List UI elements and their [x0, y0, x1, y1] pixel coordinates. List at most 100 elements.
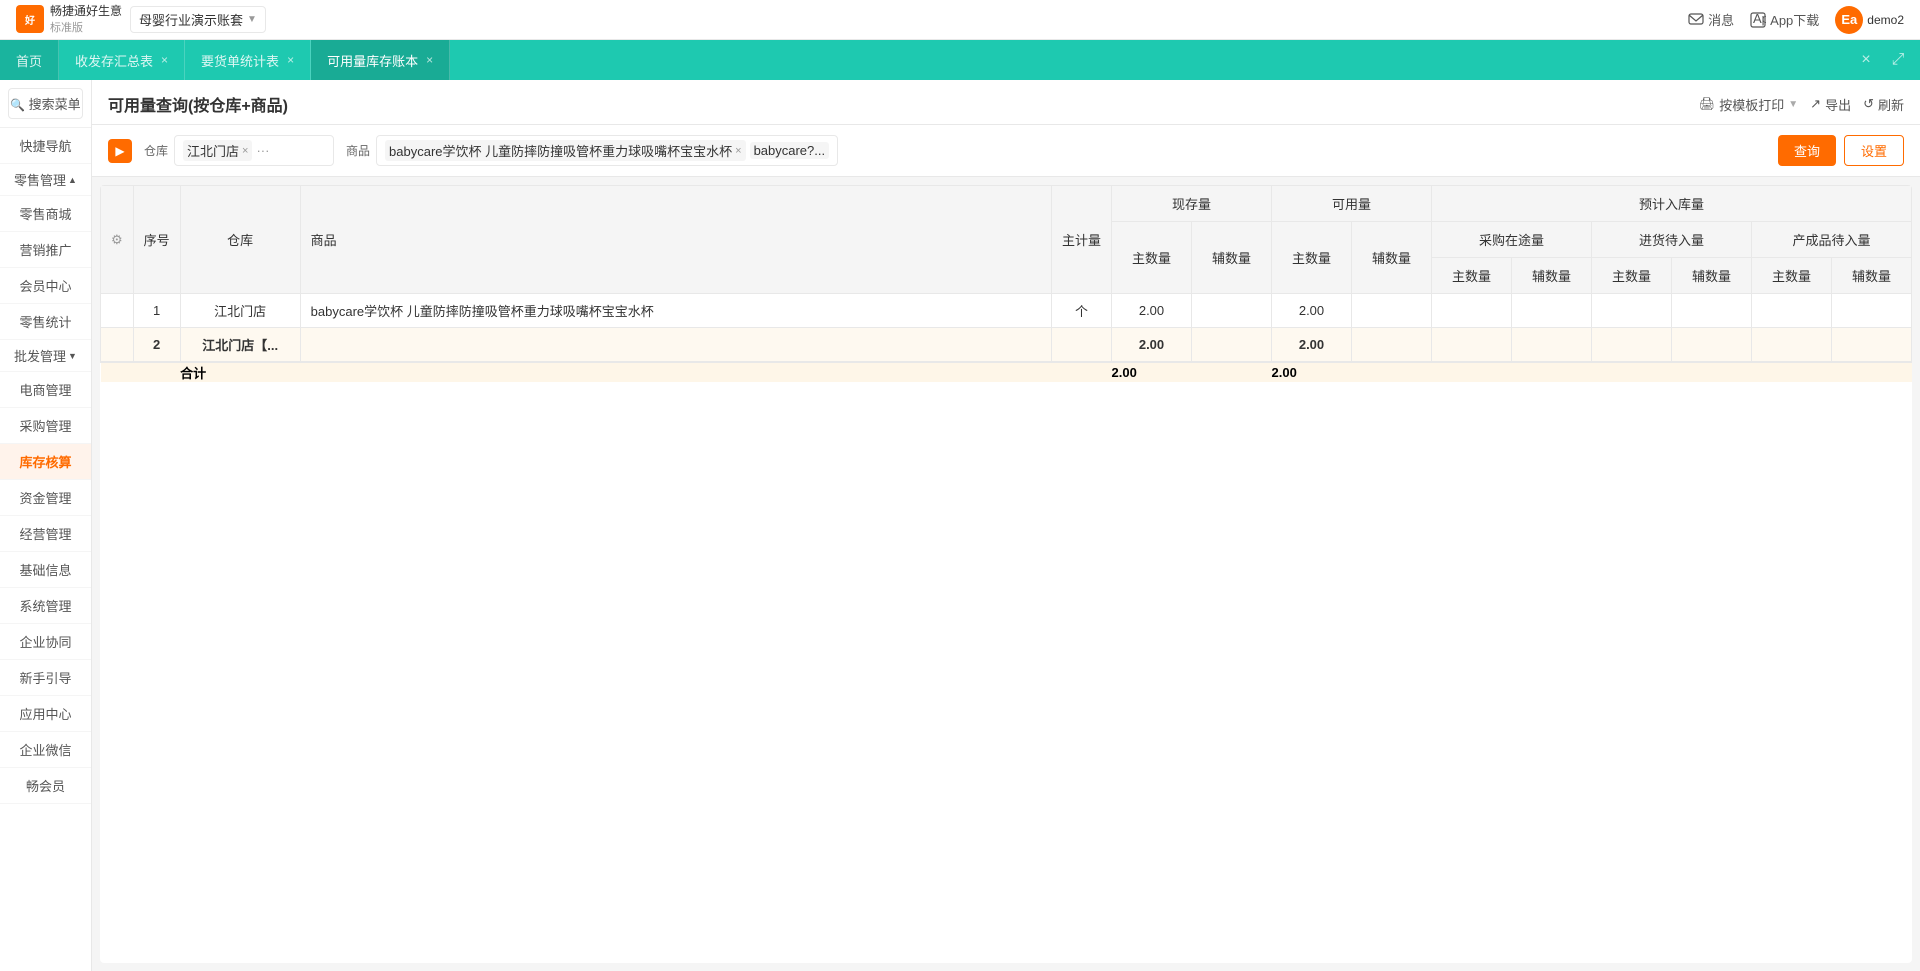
message-icon	[1688, 12, 1704, 28]
product-tag1-close[interactable]: ×	[735, 145, 741, 157]
warehouse-tag-close[interactable]: ×	[242, 145, 248, 157]
tab-order-stat[interactable]: 要货单统计表 ×	[185, 40, 311, 80]
print-chevron: ▼	[1788, 99, 1798, 110]
filter-bar: ▶ 仓库 江北门店 × ··· 商品 babycare学饮杯 儿童防摔防撞吸管杯…	[92, 125, 1920, 177]
th-production-pending-aux: 辅数量	[1832, 258, 1912, 294]
content-area: 可用量查询(按仓库+商品) 🖨 按模板打印 ▼ ↗ 导出 ↺ 刷新 ▶	[92, 80, 1920, 971]
warehouse-filter-dots[interactable]: ···	[256, 143, 269, 158]
print-icon: 🖨	[1699, 96, 1716, 112]
footer-no	[133, 362, 180, 382]
sidebar-item-retail-shop[interactable]: 零售商城	[0, 196, 91, 232]
sidebar-item-purchase-label: 采购管理	[19, 419, 71, 434]
tab-available-stock-label: 可用量库存账本	[327, 51, 418, 70]
sidebar-item-basic-label: 基础信息	[19, 563, 71, 578]
sidebar-item-operation-label: 经营管理	[19, 527, 71, 542]
query-btn[interactable]: 查询	[1778, 135, 1836, 166]
footer-purchase-pending-main	[1592, 362, 1672, 382]
tab-available-stock-close[interactable]: ×	[426, 53, 433, 67]
sidebar-item-basic[interactable]: 基础信息	[0, 552, 91, 588]
cell-product-2	[300, 328, 1051, 363]
message-btn[interactable]: 消息	[1688, 10, 1734, 29]
cell-current-aux-2	[1192, 328, 1272, 363]
th-current-aux: 辅数量	[1192, 222, 1272, 294]
industry-selector[interactable]: 母婴行业演示账套 ▼	[130, 6, 266, 33]
setting-btn[interactable]: 设置	[1844, 135, 1904, 166]
sidebar-item-app-center[interactable]: 应用中心	[0, 696, 91, 732]
cell-production-pending-main-2	[1752, 328, 1832, 363]
sidebar-item-ecommerce[interactable]: 电商管理	[0, 372, 91, 408]
footer-unit	[1051, 362, 1111, 382]
nav-tabs: 首页 收发存汇总表 × 要货单统计表 × 可用量库存账本 × × ⤢	[0, 40, 1920, 80]
logo-sub: 标准版	[50, 19, 122, 35]
app-download-btn[interactable]: App App下载	[1750, 10, 1819, 29]
th-purchase-transit-main: 主数量	[1432, 258, 1512, 294]
sidebar-item-guide[interactable]: 新手引导	[0, 660, 91, 696]
product-filter-tag2: babycare?...	[750, 142, 830, 159]
tab-close-all-btn[interactable]: ×	[1852, 46, 1880, 74]
print-btn[interactable]: 🖨 按模板打印 ▼	[1699, 95, 1798, 114]
sidebar-item-retail-stat[interactable]: 零售统计	[0, 304, 91, 340]
cell-available-aux	[1352, 294, 1432, 328]
product-filter-input[interactable]: babycare学饮杯 儿童防摔防撞吸管杯重力球吸嘴杯宝宝水杯 × babyca…	[376, 135, 838, 166]
cell-unit: 个	[1051, 294, 1111, 328]
gear-icon[interactable]: ⚙	[111, 232, 123, 247]
product-tag1-value: babycare学饮杯 儿童防摔防撞吸管杯重力球吸嘴杯宝宝水杯	[389, 141, 732, 160]
cell-available-main-2: 2.00	[1272, 328, 1352, 363]
top-bar-right: 消息 App App下载 Ea demo2	[1688, 6, 1904, 34]
sidebar-item-enterprise-wx[interactable]: 企业微信	[0, 732, 91, 768]
top-bar-left: 好 畅捷通好生意 标准版 母婴行业演示账套 ▼	[16, 4, 266, 34]
filter-expand-btn[interactable]: ▶	[108, 139, 132, 163]
sidebar-item-enterprise-wx-label: 企业微信	[19, 743, 71, 758]
logo-text-group: 畅捷通好生意 标准版	[50, 4, 122, 34]
sidebar-item-member[interactable]: 会员中心	[0, 268, 91, 304]
footer-purchase-transit-aux	[1512, 362, 1592, 382]
export-btn[interactable]: ↗ 导出	[1810, 95, 1851, 114]
warehouse-filter-input[interactable]: 江北门店 × ···	[174, 135, 334, 166]
tab-expand-btn[interactable]: ⤢	[1884, 46, 1912, 74]
sidebar-item-marketing[interactable]: 营销推广	[0, 232, 91, 268]
user-area[interactable]: Ea demo2	[1835, 6, 1904, 34]
sidebar-item-purchase[interactable]: 采购管理	[0, 408, 91, 444]
footer-production-pending-main	[1752, 362, 1832, 382]
tab-receive-send[interactable]: 收发存汇总表 ×	[59, 40, 185, 80]
avatar-initials: Ea	[1841, 12, 1857, 27]
tab-order-stat-close[interactable]: ×	[287, 53, 294, 67]
th-no: 序号	[133, 186, 180, 294]
th-purchase-transit: 采购在途量	[1432, 222, 1592, 258]
th-current-stock: 现存量	[1112, 186, 1272, 222]
sidebar-search-area: 🔍 搜索菜单	[0, 80, 91, 128]
sidebar-item-system[interactable]: 系统管理	[0, 588, 91, 624]
sidebar-item-retail-stat-label: 零售统计	[19, 315, 71, 330]
warehouse-tag-value: 江北门店	[187, 141, 239, 160]
sidebar-item-enterprise-label: 企业协同	[19, 635, 71, 650]
cell-no: 1	[133, 294, 180, 328]
sidebar-item-wholesale[interactable]: 批发管理	[0, 340, 91, 372]
sidebar-item-quick-nav[interactable]: 快捷导航	[0, 128, 91, 164]
warehouse-filter-tag: 江北门店 ×	[183, 140, 252, 161]
cell-production-pending-main	[1752, 294, 1832, 328]
cell-purchase-transit-aux	[1512, 294, 1592, 328]
th-available: 可用量	[1272, 186, 1432, 222]
sidebar-item-inventory[interactable]: 库存核算	[0, 444, 91, 480]
data-table: ⚙ 序号 仓库 商品 主计量 现存量 可用量 预计入库量 主数量 辅数量 主数量	[100, 185, 1912, 382]
svg-text:App: App	[1753, 12, 1766, 26]
sidebar-item-member2[interactable]: 畅会员	[0, 768, 91, 804]
cell-current-aux	[1192, 294, 1272, 328]
cell-available-main: 2.00	[1272, 294, 1352, 328]
refresh-btn[interactable]: ↺ 刷新	[1863, 95, 1904, 114]
tab-available-stock[interactable]: 可用量库存账本 ×	[311, 40, 450, 80]
table-container[interactable]: ⚙ 序号 仓库 商品 主计量 现存量 可用量 预计入库量 主数量 辅数量 主数量	[100, 185, 1912, 963]
th-available-aux: 辅数量	[1352, 222, 1432, 294]
sidebar-item-retail[interactable]: 零售管理	[0, 164, 91, 196]
th-product: 商品	[300, 186, 1051, 294]
sidebar-item-enterprise[interactable]: 企业协同	[0, 624, 91, 660]
tab-order-stat-label: 要货单统计表	[201, 51, 279, 70]
footer-available-aux	[1352, 362, 1432, 382]
sidebar-search-btn[interactable]: 🔍 搜索菜单	[8, 88, 83, 119]
tab-actions: × ⤢	[1844, 40, 1920, 80]
sidebar-item-operation[interactable]: 经营管理	[0, 516, 91, 552]
tab-home[interactable]: 首页	[0, 40, 59, 80]
sidebar-item-finance[interactable]: 资金管理	[0, 480, 91, 516]
th-available-main: 主数量	[1272, 222, 1352, 294]
tab-receive-send-close[interactable]: ×	[161, 53, 168, 67]
